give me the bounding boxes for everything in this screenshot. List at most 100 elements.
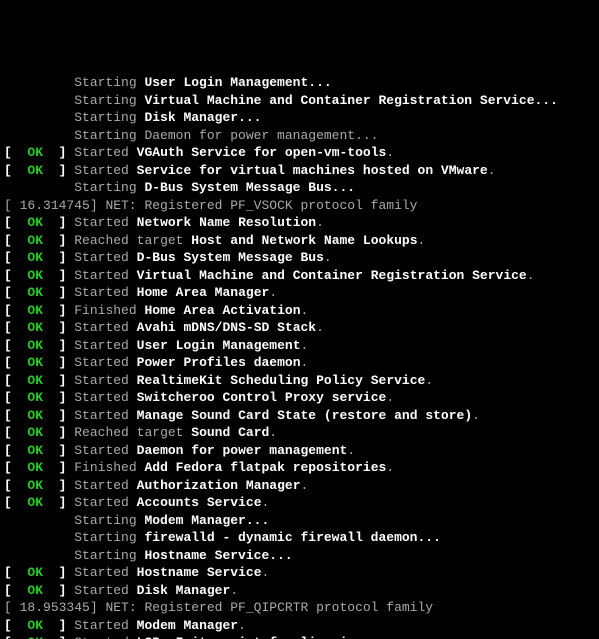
verb: Started <box>74 163 136 178</box>
log-line: Starting Virtual Machine and Container R… <box>4 92 599 110</box>
kernel-message: NET: Registered PF_QIPCRTR protocol fami… <box>105 600 433 615</box>
bracket-open: [ <box>4 338 12 353</box>
target: Hostname Service <box>137 565 262 580</box>
verb: Reached target <box>74 425 191 440</box>
boot-log: Starting User Login Management... Starti… <box>4 74 599 639</box>
status-ok: OK <box>27 460 43 475</box>
verb: Started <box>74 145 136 160</box>
target: Hostname Service... <box>144 548 292 563</box>
log-line: [ OK ] Started Daemon for power manageme… <box>4 442 599 460</box>
bracket-open: [ <box>4 233 12 248</box>
verb: Starting <box>74 110 144 125</box>
status-ok: OK <box>27 145 43 160</box>
target: D-Bus System Message Bus <box>137 250 324 265</box>
verb: Started <box>74 285 136 300</box>
bracket-open: [ <box>4 268 12 283</box>
target: Sound Card <box>191 425 269 440</box>
bracket-close: ] <box>90 600 106 615</box>
log-line: [ OK ] Started User Login Management. <box>4 337 599 355</box>
status-ok: OK <box>27 303 43 318</box>
target: Virtual Machine and Container Registrati… <box>137 268 527 283</box>
status-ok: OK <box>27 565 43 580</box>
bracket-open: [ <box>4 565 12 580</box>
bracket-open: [ <box>4 408 12 423</box>
target: Home Area Activation <box>144 303 300 318</box>
verb: Started <box>74 495 136 510</box>
log-line: [ OK ] Started Disk Manager. <box>4 582 599 600</box>
status-ok: OK <box>27 338 43 353</box>
status-ok: OK <box>27 355 43 370</box>
status-ok: OK <box>27 163 43 178</box>
bracket-open: [ <box>4 390 12 405</box>
bracket-close: ] <box>90 198 106 213</box>
log-line: [ 16.314745] NET: Registered PF_VSOCK pr… <box>4 197 599 215</box>
bracket-close: ] <box>59 303 75 318</box>
bracket-close: ] <box>59 285 75 300</box>
target: Service for virtual machines hosted on V… <box>137 163 488 178</box>
bracket-open: [ <box>4 373 12 388</box>
verb: Started <box>74 635 136 639</box>
verb: Starting <box>74 513 144 528</box>
bracket-close: ] <box>59 145 75 160</box>
verb: Started <box>74 268 136 283</box>
log-line: [ OK ] Started Authorization Manager. <box>4 477 599 495</box>
log-line: Starting D-Bus System Message Bus... <box>4 179 599 197</box>
bracket-open: [ <box>4 303 12 318</box>
bracket-close: ] <box>59 443 75 458</box>
target: Virtual Machine and Container Registrati… <box>144 93 557 108</box>
verb: Started <box>74 215 136 230</box>
target: Daemon for power management <box>137 443 348 458</box>
target: VGAuth Service for open-vm-tools <box>137 145 387 160</box>
status-ok: OK <box>27 390 43 405</box>
log-line: [ OK ] Finished Home Area Activation. <box>4 302 599 320</box>
verb: Started <box>74 478 136 493</box>
verb: Started <box>74 583 136 598</box>
log-line: Starting Hostname Service... <box>4 547 599 565</box>
verb: Started <box>74 443 136 458</box>
log-line: Starting User Login Management... <box>4 74 599 92</box>
log-line: [ OK ] Started Switcheroo Control Proxy … <box>4 389 599 407</box>
verb: Reached target <box>74 233 191 248</box>
log-line: [ OK ] Started VGAuth Service for open-v… <box>4 144 599 162</box>
log-line: [ OK ] Started Service for virtual machi… <box>4 162 599 180</box>
bracket-close: ] <box>59 355 75 370</box>
bracket-close: ] <box>59 583 75 598</box>
verb: Started <box>74 618 136 633</box>
bracket-close: ] <box>59 495 75 510</box>
target: Accounts Service <box>137 495 262 510</box>
bracket-open: [ <box>4 198 12 213</box>
bracket-open: [ <box>4 583 12 598</box>
target: firewalld - dynamic firewall daemon... <box>144 530 440 545</box>
status-ok: OK <box>27 443 43 458</box>
status-ok: OK <box>27 320 43 335</box>
log-line: [ OK ] Started Power Profiles daemon. <box>4 354 599 372</box>
status-ok: OK <box>27 373 43 388</box>
target: Network Name Resolution <box>137 215 316 230</box>
status-ok: OK <box>27 408 43 423</box>
status-ok: OK <box>27 635 43 639</box>
target: Avahi mDNS/DNS-SD Stack <box>137 320 316 335</box>
verb: Finished <box>74 460 144 475</box>
target: Modem Manager <box>137 618 238 633</box>
log-line: Starting Disk Manager... <box>4 109 599 127</box>
status-ok: OK <box>27 478 43 493</box>
bracket-close: ] <box>59 618 75 633</box>
bracket-close: ] <box>59 425 75 440</box>
log-line: [ OK ] Started D-Bus System Message Bus. <box>4 249 599 267</box>
kernel-message: NET: Registered PF_VSOCK protocol family <box>105 198 417 213</box>
bracket-close: ] <box>59 320 75 335</box>
target: Add Fedora flatpak repositories <box>144 460 386 475</box>
bracket-open: [ <box>4 600 12 615</box>
verb: Started <box>74 565 136 580</box>
bracket-open: [ <box>4 320 12 335</box>
bracket-close: ] <box>59 373 75 388</box>
target: LSB: Init script for live image. <box>137 635 387 639</box>
log-line: [ OK ] Started Home Area Manager. <box>4 284 599 302</box>
status-ok: OK <box>27 268 43 283</box>
status-ok: OK <box>27 618 43 633</box>
log-line: [ OK ] Started Manage Sound Card State (… <box>4 407 599 425</box>
bracket-open: [ <box>4 250 12 265</box>
bracket-open: [ <box>4 495 12 510</box>
bracket-close: ] <box>59 408 75 423</box>
verb: Starting <box>74 93 144 108</box>
